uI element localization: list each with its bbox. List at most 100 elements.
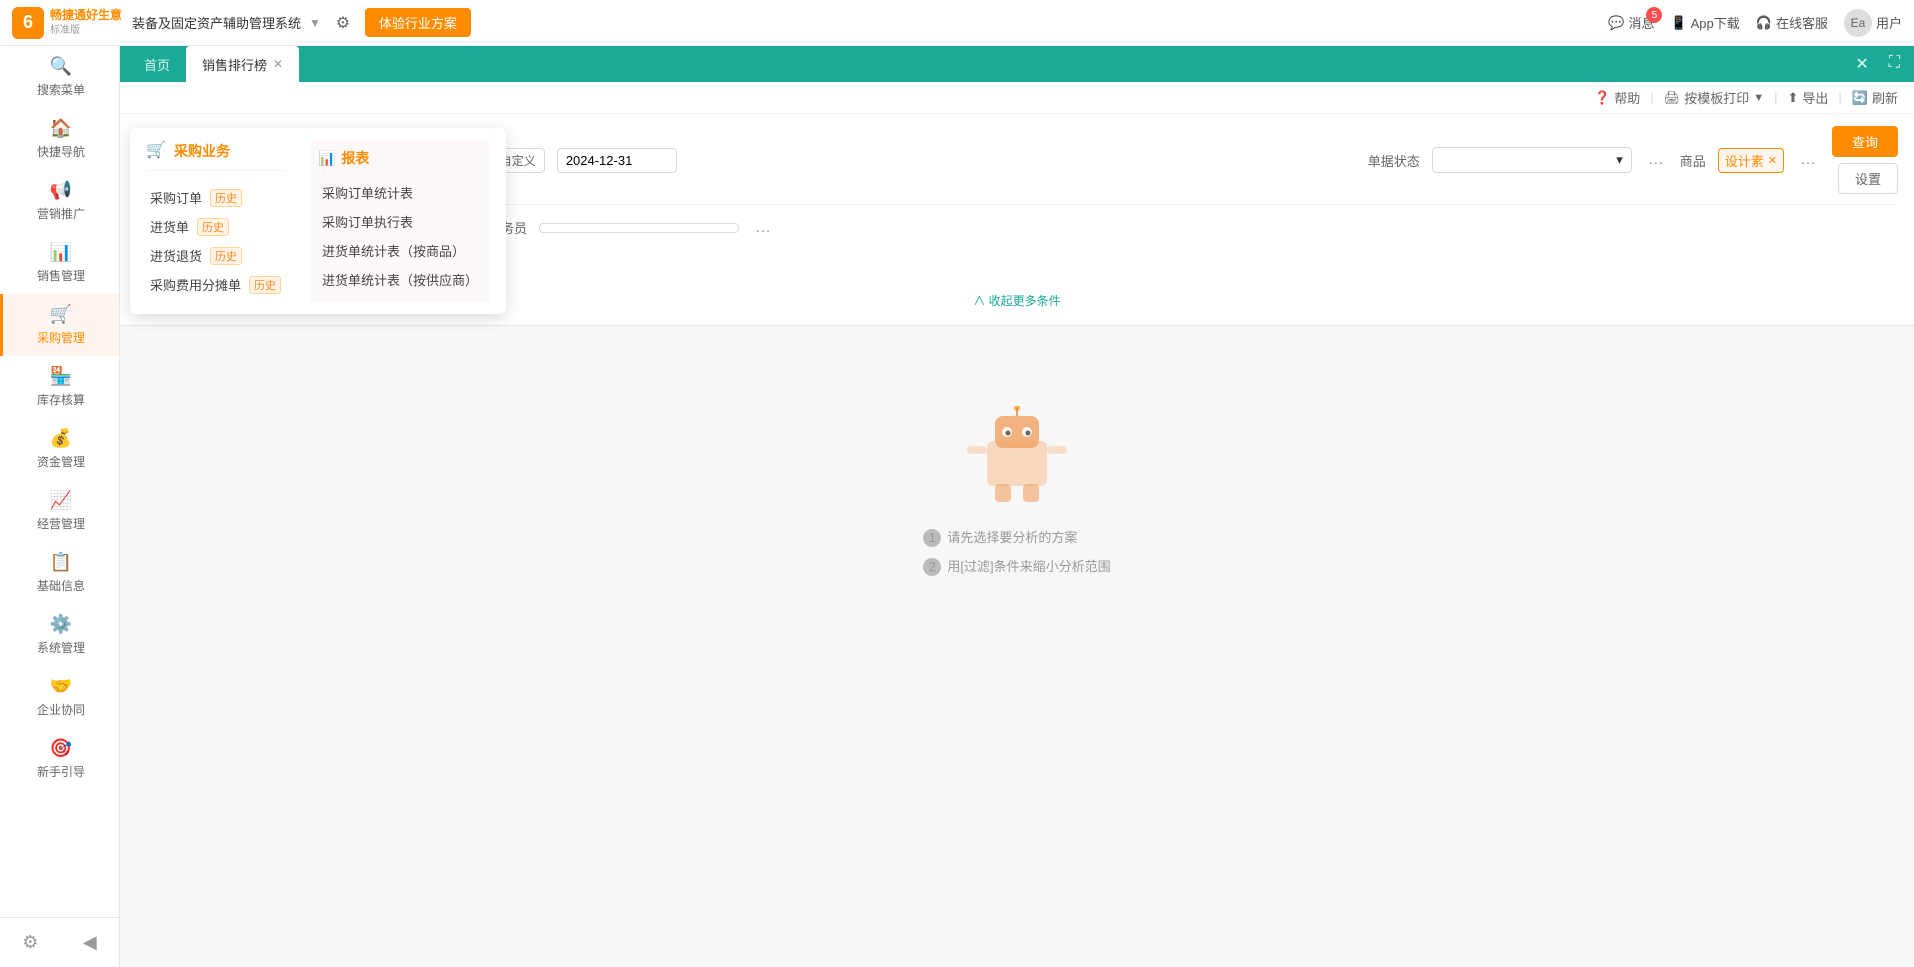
step-2: 2 用[过滤]条件来缩小分析范围: [923, 555, 1110, 578]
purchase-menu-col: 🛒 采购业务 采购订单 历史 进货单 历史 进货退货 历史 采购费用分摊单: [146, 140, 286, 302]
inbound-history: 历史: [197, 218, 229, 236]
help-label: 帮助: [1614, 88, 1640, 107]
inventory-icon: 🏪: [50, 366, 72, 387]
sidebar-label-guide: 新手引导: [37, 763, 85, 780]
goods-tag-value: 设计素: [1725, 151, 1764, 170]
purchase-col-header: 🛒 采购业务: [146, 140, 286, 171]
cost-split-history: 历史: [249, 276, 281, 294]
sidebar-label-cooperation: 企业协同: [37, 701, 85, 718]
sidebar-label-marketing: 营销推广: [37, 205, 85, 222]
online-service-label: 在线客服: [1776, 13, 1828, 32]
system-title: 装备及固定资产辅助管理系统: [132, 13, 301, 32]
logo-icon: 6: [12, 7, 44, 39]
cooperation-icon: 🤝: [50, 676, 72, 697]
report-col-icon: 📊: [318, 150, 335, 167]
settings-button[interactable]: 设置: [1838, 163, 1898, 194]
app-download-item[interactable]: 📱 App下载: [1670, 13, 1739, 32]
goods-tag: 设计素 ✕: [1718, 148, 1784, 173]
message-icon: 💬: [1608, 15, 1624, 31]
tab-home[interactable]: 首页: [128, 46, 186, 82]
report-menu-col: 📊 报表 采购订单统计表 采购订单执行表 进货单统计表（按商品） 进货单统计表（…: [310, 140, 490, 302]
refresh-item[interactable]: 🔄 刷新: [1852, 88, 1898, 107]
main-layout: 🔍 搜索菜单 🏠 快捷导航 📢 营销推广 📊 销售管理 🛒 采购管理 🏪 库存核…: [0, 46, 1914, 967]
step-1: 1 请先选择要分析的方案: [923, 526, 1110, 549]
menu-item-inbound[interactable]: 进货单 历史: [146, 212, 286, 241]
status-dots[interactable]: …: [1644, 151, 1668, 169]
sidebar-item-system[interactable]: ⚙️ 系统管理: [0, 604, 119, 666]
collapse-label: 收起更多条件: [989, 294, 1061, 308]
sidebar-item-sales[interactable]: 📊 销售管理: [0, 232, 119, 294]
sidebar-label-search: 搜索菜单: [37, 81, 85, 98]
tab-close-icon[interactable]: ✕: [273, 57, 283, 71]
online-service-item[interactable]: 🎧 在线客服: [1756, 13, 1828, 32]
report-col-header: 📊 报表: [318, 148, 482, 168]
sidebar-item-operations[interactable]: 📈 经营管理: [0, 480, 119, 542]
export-icon: ⬆: [1787, 90, 1798, 106]
home-icon: 🏠: [50, 118, 72, 139]
basicinfo-icon: 📋: [50, 552, 72, 573]
sidebar-label-purchase: 采购管理: [37, 329, 85, 346]
sidebar-item-guide[interactable]: 🎯 新手引导: [0, 728, 119, 790]
goods-label: 商品: [1680, 151, 1706, 170]
step-2-text: 用[过滤]条件来缩小分析范围: [947, 555, 1110, 578]
tab-home-label: 首页: [144, 55, 170, 74]
sidebar-label-system: 系统管理: [37, 639, 85, 656]
menu-item-purchase-order[interactable]: 采购订单 历史: [146, 183, 286, 212]
system-icon: ⚙️: [50, 614, 72, 635]
sidebar-item-cooperation[interactable]: 🤝 企业协同: [0, 666, 119, 728]
report-col-title: 报表: [341, 148, 369, 168]
industry-button[interactable]: 体验行业方案: [365, 8, 471, 37]
menu-item-cost-split[interactable]: 采购费用分摊单 历史: [146, 270, 286, 299]
sidebar-footer-collapse[interactable]: ◀: [79, 928, 101, 957]
sidebar-item-inventory[interactable]: 🏪 库存核算: [0, 356, 119, 418]
inbound-label: 进货单: [150, 217, 189, 236]
version-label: 标准版: [50, 24, 122, 37]
salesman-dots[interactable]: …: [751, 219, 775, 237]
menu-item-purchase-order-exec[interactable]: 采购订单执行表: [318, 207, 482, 236]
help-item[interactable]: ❓ 帮助: [1594, 88, 1640, 107]
empty-text: 1 请先选择要分析的方案 2 用[过滤]条件来缩小分析范围: [923, 526, 1110, 579]
query-button[interactable]: 查询: [1832, 126, 1898, 157]
tab-bar-expand-btn[interactable]: ⛶: [1883, 52, 1906, 76]
tab-sales-rank[interactable]: 销售排行榜 ✕: [186, 46, 299, 82]
tab-bar-close-btn[interactable]: ✕: [1849, 52, 1874, 76]
tab-bar-right: ✕ ⛶: [1849, 52, 1906, 76]
cost-split-label: 采购费用分摊单: [150, 275, 241, 294]
sidebar-item-basicinfo[interactable]: 📋 基础信息: [0, 542, 119, 604]
menu-item-purchase-order-stats[interactable]: 采购订单统计表: [318, 178, 482, 207]
tab-bar: 首页 销售排行榜 ✕ ✕ ⛶: [120, 46, 1914, 82]
refresh-icon: 🔄: [1852, 90, 1868, 106]
sidebar-label-finance: 资金管理: [37, 453, 85, 470]
sidebar-footer-settings[interactable]: ⚙: [18, 928, 42, 957]
toolbar-top: ❓ 帮助 | 🖨 按模板打印 ▼ | ⬆ 导出 | 🔄 刷新: [120, 82, 1914, 114]
menu-item-inbound-stats-supplier[interactable]: 进货单统计表（按供应商）: [318, 265, 482, 294]
user-item[interactable]: Ea 用户: [1844, 9, 1902, 37]
print-label: 按模板打印: [1684, 88, 1749, 107]
sidebar-item-marketing[interactable]: 📢 营销推广: [0, 170, 119, 232]
content-area: 首页 销售排行榜 ✕ ✕ ⛶ ❓ 帮助 | 🖨 按模: [120, 46, 1914, 967]
print-dropdown-arrow[interactable]: ▼: [1753, 92, 1764, 104]
print-item[interactable]: 🖨 按模板打印 ▼: [1664, 88, 1764, 107]
message-item[interactable]: 💬 消息 5: [1608, 13, 1654, 32]
sidebar-item-purchase[interactable]: 🛒 采购管理: [0, 294, 119, 356]
settings-gear-icon[interactable]: ⚙: [329, 9, 357, 37]
salesman-select[interactable]: [539, 223, 739, 233]
menu-item-inbound-stats-goods[interactable]: 进货单统计表（按商品）: [318, 236, 482, 265]
goods-dots[interactable]: …: [1796, 151, 1820, 169]
goods-tag-close[interactable]: ✕: [1768, 154, 1777, 167]
date-end-input[interactable]: [557, 148, 677, 173]
sidebar-item-quicknav[interactable]: 🏠 快捷导航: [0, 108, 119, 170]
headset-icon: 🎧: [1756, 15, 1772, 31]
export-item[interactable]: ⬆ 导出: [1787, 88, 1828, 107]
empty-state-illustration: [957, 406, 1077, 506]
sidebar-item-finance[interactable]: 💰 资金管理: [0, 418, 119, 480]
status-select[interactable]: ▾: [1432, 147, 1632, 173]
sidebar-footer: ⚙ ◀: [0, 917, 119, 967]
system-dropdown-arrow[interactable]: ▼: [309, 16, 321, 30]
sidebar-item-search[interactable]: 🔍 搜索菜单: [0, 46, 119, 108]
purchase-order-label: 采购订单: [150, 188, 202, 207]
empty-state: 1 请先选择要分析的方案 2 用[过滤]条件来缩小分析范围: [120, 326, 1914, 659]
header-right: 💬 消息 5 📱 App下载 🎧 在线客服 Ea 用户: [1608, 9, 1902, 37]
sidebar-label-basicinfo: 基础信息: [37, 577, 85, 594]
menu-item-return[interactable]: 进货退货 历史: [146, 241, 286, 270]
